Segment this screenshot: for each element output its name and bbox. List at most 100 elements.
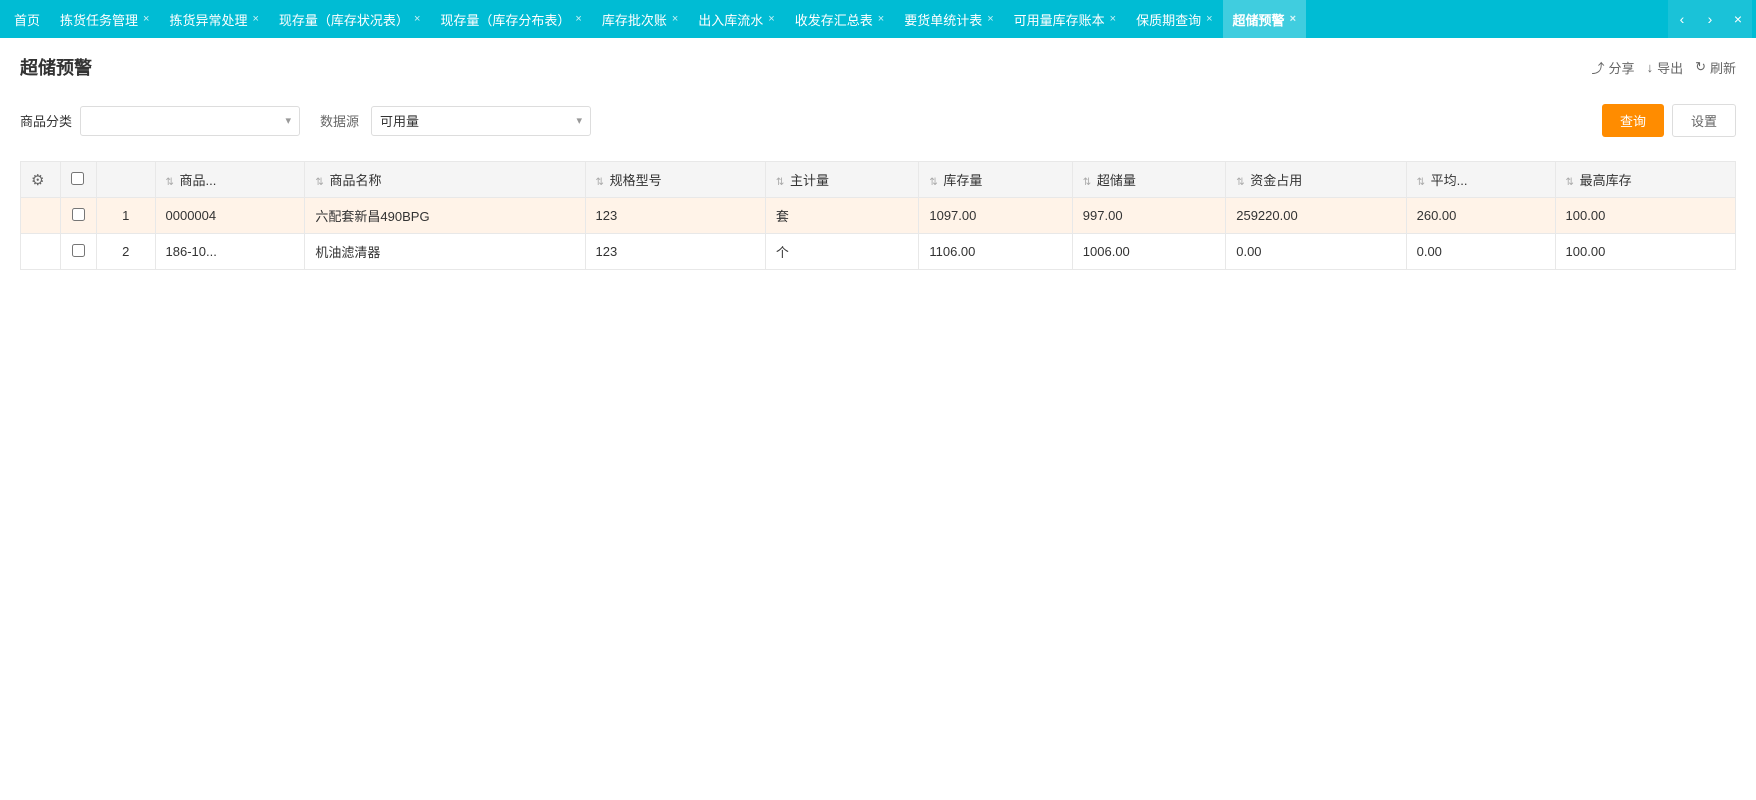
row-overstock: 1006.00 bbox=[1072, 234, 1225, 270]
row-checkbox-cell bbox=[61, 198, 97, 234]
page-title: 超储预警 bbox=[20, 54, 92, 80]
row-product-code: 0000004 bbox=[155, 198, 305, 234]
nav-item-shelf-life[interactable]: 保质期查询 × bbox=[1126, 0, 1222, 38]
th-gear: ⚙ bbox=[21, 162, 61, 198]
sort-icon: ⇅ bbox=[776, 177, 784, 188]
title-actions: ⤴ 分享 ↓ 导出 ↻ 刷新 bbox=[1592, 58, 1736, 77]
export-icon: ↓ bbox=[1647, 60, 1654, 75]
settings-button[interactable]: 设置 bbox=[1672, 104, 1736, 137]
th-capital[interactable]: ⇅ 资金占用 bbox=[1226, 162, 1406, 198]
sort-icon: ⇅ bbox=[1236, 177, 1244, 188]
close-icon[interactable]: × bbox=[1110, 13, 1116, 25]
th-stock[interactable]: ⇅ 库存量 bbox=[919, 162, 1072, 198]
export-button[interactable]: ↓ 导出 bbox=[1647, 58, 1684, 77]
sort-icon: ⇅ bbox=[596, 177, 604, 188]
row-checkbox[interactable] bbox=[72, 244, 85, 257]
nav-item-flow[interactable]: 出入库流水 × bbox=[688, 0, 784, 38]
row-avg: 0.00 bbox=[1406, 234, 1555, 270]
row-product-code: 186-10... bbox=[155, 234, 305, 270]
th-max-stock[interactable]: ⇅ 最高库存 bbox=[1555, 162, 1735, 198]
table-row: 2 186-10... 机油滤清器 123 个 1106.00 1006.00 … bbox=[21, 234, 1736, 270]
refresh-button[interactable]: ↻ 刷新 bbox=[1695, 58, 1736, 77]
sort-icon: ⇅ bbox=[315, 177, 323, 188]
select-all-checkbox[interactable] bbox=[71, 172, 84, 185]
datasource-select[interactable]: 可用量 ▾ bbox=[371, 106, 591, 136]
row-unit: 套 bbox=[765, 198, 918, 234]
row-overstock: 997.00 bbox=[1072, 198, 1225, 234]
th-spec[interactable]: ⇅ 规格型号 bbox=[585, 162, 765, 198]
row-number: 1 bbox=[97, 198, 156, 234]
close-icon[interactable]: × bbox=[252, 13, 258, 25]
nav-item-stock-dist[interactable]: 现存量（库存分布表） × bbox=[430, 0, 591, 38]
row-product-name: 机油滤清器 bbox=[305, 234, 585, 270]
th-overstock[interactable]: ⇅ 超储量 bbox=[1072, 162, 1225, 198]
row-number: 2 bbox=[97, 234, 156, 270]
close-icon[interactable]: × bbox=[414, 13, 420, 25]
row-checkbox-cell bbox=[61, 234, 97, 270]
category-select[interactable]: ▾ bbox=[80, 106, 300, 136]
row-capital: 0.00 bbox=[1226, 234, 1406, 270]
close-icon[interactable]: × bbox=[143, 13, 149, 25]
nav-item-stock-status[interactable]: 现存量（库存状况表） × bbox=[269, 0, 430, 38]
table-header-row: ⚙ ⇅ 商品... ⇅ 商品名称 ⇅ 规格型号 bbox=[21, 162, 1736, 198]
nav-arrow-right[interactable]: › bbox=[1696, 0, 1724, 38]
share-button[interactable]: ⤴ 分享 bbox=[1592, 58, 1635, 77]
sort-icon: ⇅ bbox=[1566, 177, 1574, 188]
query-button[interactable]: 查询 bbox=[1602, 104, 1664, 137]
th-no bbox=[97, 162, 156, 198]
row-spec: 123 bbox=[585, 234, 765, 270]
nav-arrows: ‹ › × bbox=[1668, 0, 1752, 38]
close-icon[interactable]: × bbox=[768, 13, 774, 25]
datasource-label: 数据源 bbox=[320, 111, 359, 130]
gear-icon[interactable]: ⚙ bbox=[31, 172, 44, 189]
row-gear-cell bbox=[21, 198, 61, 234]
datasource-value: 可用量 bbox=[380, 111, 419, 130]
sort-icon: ⇅ bbox=[929, 177, 937, 188]
row-max-stock: 100.00 bbox=[1555, 198, 1735, 234]
nav-item-exception[interactable]: 拣货异常处理 × bbox=[159, 0, 268, 38]
nav-item-order-stats[interactable]: 要货单统计表 × bbox=[894, 0, 1003, 38]
nav-item-home[interactable]: 首页 bbox=[4, 0, 50, 38]
close-icon[interactable]: × bbox=[672, 13, 678, 25]
category-filter-group: 商品分类 ▾ bbox=[20, 106, 300, 136]
th-product-name[interactable]: ⇅ 商品名称 bbox=[305, 162, 585, 198]
close-icon[interactable]: × bbox=[1206, 13, 1212, 25]
nav-item-task[interactable]: 拣货任务管理 × bbox=[50, 0, 159, 38]
row-stock: 1106.00 bbox=[919, 234, 1072, 270]
close-icon[interactable]: × bbox=[1290, 13, 1296, 25]
close-icon[interactable]: × bbox=[878, 13, 884, 25]
nav-item-overstock[interactable]: 超储预警 × bbox=[1223, 0, 1306, 38]
page-container: 超储预警 ⤴ 分享 ↓ 导出 ↻ 刷新 商品分类 ▾ 数据源 bbox=[0, 38, 1756, 286]
chevron-down-icon: ▾ bbox=[285, 114, 291, 127]
nav-item-usable[interactable]: 可用量库存账本 × bbox=[1004, 0, 1126, 38]
nav-item-summary[interactable]: 收发存汇总表 × bbox=[785, 0, 894, 38]
filter-row: 商品分类 ▾ 数据源 可用量 ▾ 查询 设置 bbox=[20, 96, 1736, 145]
row-avg: 260.00 bbox=[1406, 198, 1555, 234]
row-product-name: 六配套新昌490BPG bbox=[305, 198, 585, 234]
nav-item-batch[interactable]: 库存批次账 × bbox=[592, 0, 688, 38]
row-stock: 1097.00 bbox=[919, 198, 1072, 234]
data-table: ⚙ ⇅ 商品... ⇅ 商品名称 ⇅ 规格型号 bbox=[20, 161, 1736, 270]
row-gear-cell bbox=[21, 234, 61, 270]
close-icon[interactable]: × bbox=[575, 13, 581, 25]
table-row: 1 0000004 六配套新昌490BPG 123 套 1097.00 997.… bbox=[21, 198, 1736, 234]
th-unit[interactable]: ⇅ 主计量 bbox=[765, 162, 918, 198]
row-max-stock: 100.00 bbox=[1555, 234, 1735, 270]
chevron-down-icon: ▾ bbox=[577, 114, 583, 127]
close-icon[interactable]: × bbox=[987, 13, 993, 25]
datasource-filter-group: 数据源 可用量 ▾ bbox=[320, 106, 591, 136]
sort-icon: ⇅ bbox=[1417, 177, 1425, 188]
sort-icon: ⇅ bbox=[1083, 177, 1091, 188]
th-product-code[interactable]: ⇅ 商品... bbox=[155, 162, 305, 198]
share-icon: ⤴ bbox=[1592, 58, 1605, 77]
row-capital: 259220.00 bbox=[1226, 198, 1406, 234]
th-checkbox bbox=[61, 162, 97, 198]
nav-arrow-left[interactable]: ‹ bbox=[1668, 0, 1696, 38]
nav-arrow-close[interactable]: × bbox=[1724, 0, 1752, 38]
filter-actions: 查询 设置 bbox=[1602, 104, 1736, 137]
refresh-icon: ↻ bbox=[1695, 59, 1706, 75]
row-unit: 个 bbox=[765, 234, 918, 270]
row-spec: 123 bbox=[585, 198, 765, 234]
row-checkbox[interactable] bbox=[72, 208, 85, 221]
th-avg[interactable]: ⇅ 平均... bbox=[1406, 162, 1555, 198]
